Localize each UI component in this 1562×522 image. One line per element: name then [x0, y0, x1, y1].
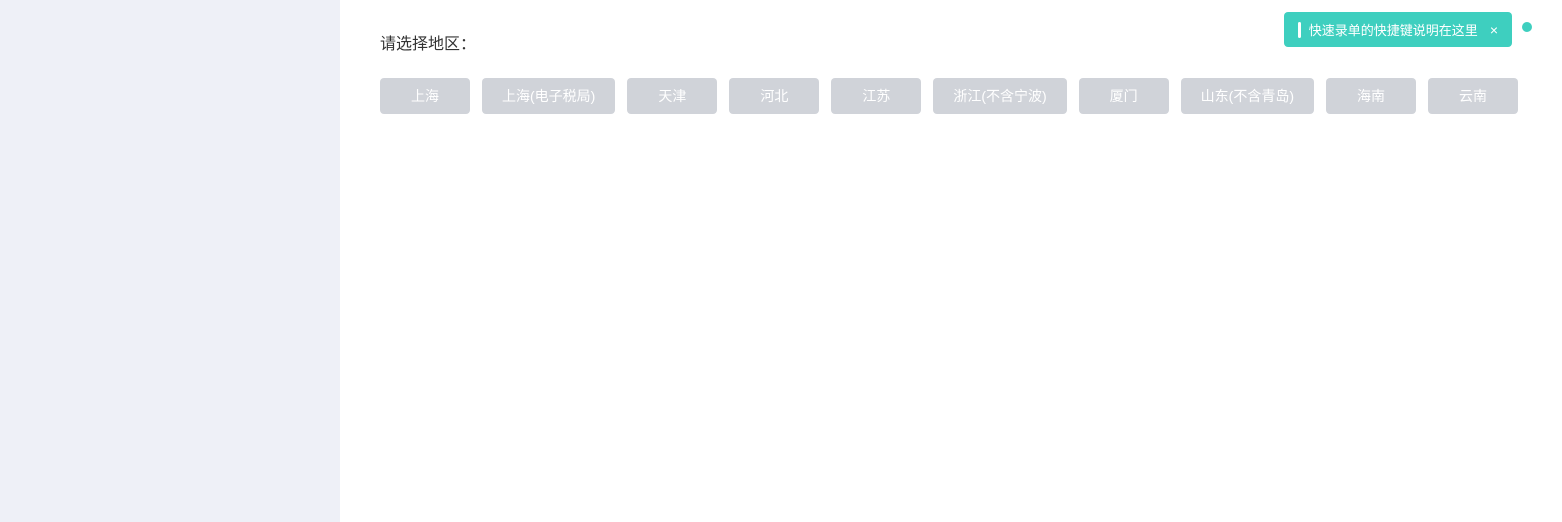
region-button-hainan[interactable]: 海南 [1326, 78, 1416, 114]
tooltip-left-bar [1298, 22, 1301, 38]
region-button-xiamen[interactable]: 厦门 [1079, 78, 1169, 114]
tooltip-close-button[interactable]: × [1490, 22, 1498, 38]
region-button-tianjin[interactable]: 天津 [627, 78, 717, 114]
main-content: 请选择地区： 上海上海(电子税局)天津河北江苏浙江(不含宁波)厦门山东(不含青岛… [340, 0, 1562, 522]
region-button-shandong[interactable]: 山东(不含青岛) [1181, 78, 1314, 114]
region-button-zhejiang[interactable]: 浙江(不含宁波) [933, 78, 1066, 114]
region-buttons: 上海上海(电子税局) 天津河北江苏浙江(不含宁波) 厦门山东(不含青岛) 海南云南 [380, 78, 1522, 114]
tooltip-banner: 快速录单的快捷键说明在这里 × [1284, 12, 1512, 47]
left-sidebar [0, 0, 340, 522]
tooltip-dot [1522, 22, 1532, 32]
region-button-shanghai-etax[interactable]: 上海(电子税局) [482, 78, 615, 114]
region-button-hebei[interactable]: 河北 [729, 78, 819, 114]
region-button-jiangsu[interactable]: 江苏 [831, 78, 921, 114]
region-button-yunnan[interactable]: 云南 [1428, 78, 1518, 114]
tooltip-label: 快速录单的快捷键说明在这里 [1309, 20, 1478, 39]
region-button-shanghai[interactable]: 上海 [380, 78, 470, 114]
